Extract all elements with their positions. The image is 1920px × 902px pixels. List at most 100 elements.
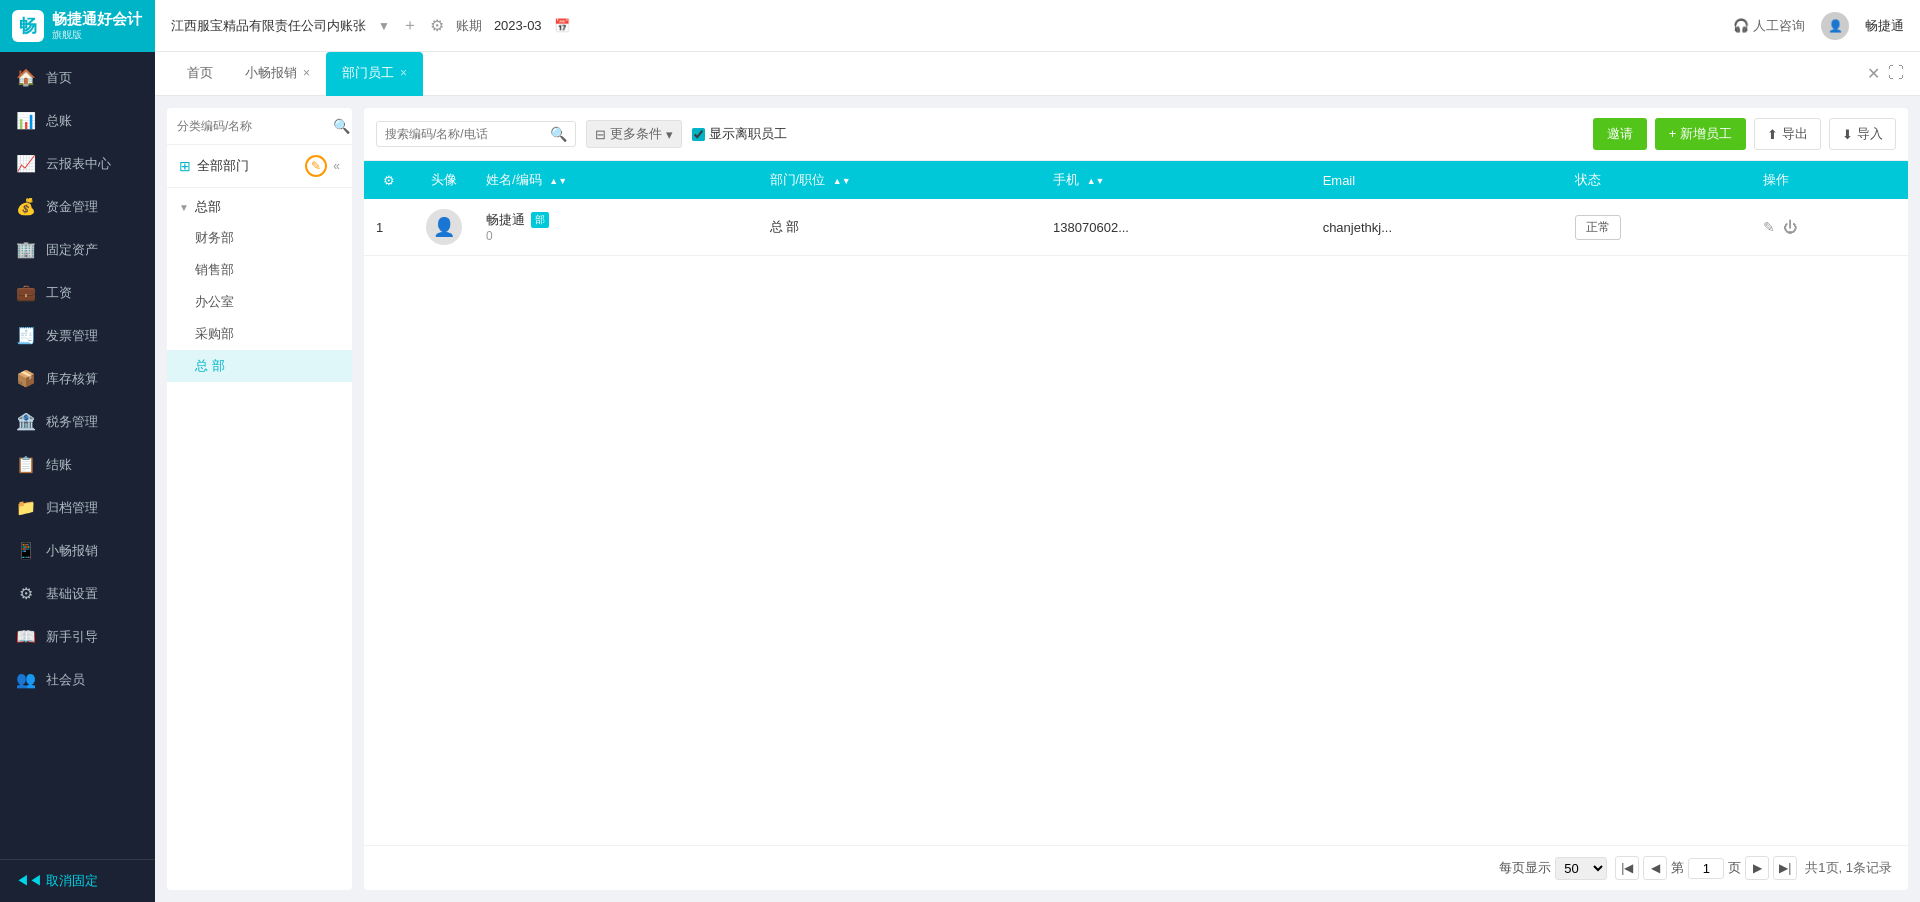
tab-close-action[interactable]: ✕ bbox=[1867, 64, 1880, 83]
unpin-label: ◀◀ 取消固定 bbox=[16, 872, 98, 890]
dept-search-icon[interactable]: 🔍 bbox=[333, 118, 350, 134]
sidebar-label-close: 结账 bbox=[46, 456, 72, 474]
tabs-bar: 首页 小畅报销 × 部门员工 × ✕ ⛶ bbox=[155, 52, 1920, 96]
sidebar-item-salary[interactable]: 💼 工资 bbox=[0, 271, 155, 314]
page-num-label: 第 bbox=[1671, 859, 1684, 877]
dept-group-head[interactable]: ▼ 总部 bbox=[167, 192, 352, 222]
period-value: 2023-03 bbox=[494, 18, 542, 33]
row-status: 正常 bbox=[1563, 199, 1752, 256]
group-expand-icon: ▼ bbox=[179, 202, 189, 213]
dept-grid-icon: ⊞ bbox=[179, 158, 191, 174]
sidebar-item-close[interactable]: 📋 结账 bbox=[0, 443, 155, 486]
dept-sort-icon: ▲▼ bbox=[833, 177, 851, 186]
dept-item-finance[interactable]: 财务部 bbox=[167, 222, 352, 254]
col-settings[interactable]: ⚙ bbox=[364, 161, 414, 199]
sidebar-item-archive[interactable]: 📁 归档管理 bbox=[0, 486, 155, 529]
tab-home-label: 首页 bbox=[187, 64, 213, 82]
page-last-button[interactable]: ▶| bbox=[1773, 856, 1797, 880]
more-filter-chevron: ▾ bbox=[666, 127, 673, 142]
invite-button[interactable]: 邀请 bbox=[1593, 118, 1647, 150]
add-employee-button[interactable]: + 新增员工 bbox=[1655, 118, 1746, 150]
tab-expense-label: 小畅报销 bbox=[245, 64, 297, 82]
tab-employees-close[interactable]: × bbox=[400, 66, 407, 80]
table-header-row: ⚙ 头像 姓名/编码 ▲▼ 部门/职位 ▲▼ 手机 bbox=[364, 161, 1908, 199]
sidebar-item-tax[interactable]: 🏦 税务管理 bbox=[0, 400, 155, 443]
service-button[interactable]: 🎧 人工咨询 bbox=[1733, 17, 1805, 35]
more-filter-button[interactable]: ⊟ 更多条件 ▾ bbox=[586, 120, 682, 148]
employee-search-icon[interactable]: 🔍 bbox=[550, 126, 567, 142]
company-name: 江西服宝精品有限责任公司内账张 bbox=[171, 17, 366, 35]
page-size-dropdown[interactable]: 10 20 50 100 bbox=[1555, 857, 1607, 880]
topbar-right: 🎧 人工咨询 👤 畅捷通 bbox=[1733, 12, 1904, 40]
sidebar-item-assets[interactable]: 🏢 固定资产 bbox=[0, 228, 155, 271]
col-status: 状态 bbox=[1563, 161, 1752, 199]
sidebar-item-expense[interactable]: 📱 小畅报销 bbox=[0, 529, 155, 572]
page-prev-button[interactable]: ◀ bbox=[1643, 856, 1667, 880]
sidebar: 畅 畅捷通好会计 旗舰版 🏠 首页 📊 总账 📈 云报表中心 💰 资金管理 🏢 … bbox=[0, 0, 155, 902]
page-label: 页 bbox=[1728, 859, 1741, 877]
sidebar-unpin[interactable]: ◀◀ 取消固定 bbox=[0, 859, 155, 902]
sidebar-label-home: 首页 bbox=[46, 69, 72, 87]
add-company-icon[interactable]: ＋ bbox=[402, 15, 418, 36]
show-resigned-checkbox[interactable] bbox=[692, 128, 705, 141]
sidebar-label-invoice: 发票管理 bbox=[46, 327, 98, 345]
sidebar-item-reports[interactable]: 📈 云报表中心 bbox=[0, 142, 155, 185]
company-dropdown-icon[interactable]: ▼ bbox=[378, 19, 390, 33]
home-icon: 🏠 bbox=[16, 68, 36, 87]
col-dept[interactable]: 部门/职位 ▲▼ bbox=[758, 161, 1042, 199]
dept-item-office[interactable]: 办公室 bbox=[167, 286, 352, 318]
main-area: 江西服宝精品有限责任公司内账张 ▼ ＋ ⚙ 账期 2023-03 📅 🎧 人工咨… bbox=[155, 0, 1920, 902]
sidebar-label-funds: 资金管理 bbox=[46, 198, 98, 216]
sidebar-item-community[interactable]: 👥 社会员 bbox=[0, 658, 155, 701]
employee-search-input[interactable] bbox=[385, 127, 544, 141]
employee-avatar: 👤 bbox=[426, 209, 462, 245]
logout-icon[interactable]: ⏻ bbox=[1783, 219, 1797, 235]
show-resigned-wrap[interactable]: 显示离职员工 bbox=[692, 125, 787, 143]
import-button[interactable]: ⬇ 导入 bbox=[1829, 118, 1896, 150]
calendar-icon[interactable]: 📅 bbox=[554, 18, 570, 33]
avatar: 👤 bbox=[1821, 12, 1849, 40]
tab-expense-close[interactable]: × bbox=[303, 66, 310, 80]
sidebar-item-guide[interactable]: 📖 新手引导 bbox=[0, 615, 155, 658]
dept-search-input[interactable] bbox=[177, 119, 327, 133]
logo-text-wrap: 畅捷通好会计 旗舰版 bbox=[52, 10, 142, 42]
dept-item-general[interactable]: 总 部 bbox=[167, 350, 352, 382]
row-actions: ✎ ⏻ bbox=[1751, 199, 1908, 256]
page-input[interactable] bbox=[1688, 858, 1724, 879]
page-first-button[interactable]: |◀ bbox=[1615, 856, 1639, 880]
add-employee-label: + 新增员工 bbox=[1669, 125, 1732, 143]
sidebar-label-assets: 固定资产 bbox=[46, 241, 98, 259]
sidebar-label-guide: 新手引导 bbox=[46, 628, 98, 646]
employee-table-wrap: ⚙ 头像 姓名/编码 ▲▼ 部门/职位 ▲▼ 手机 bbox=[364, 161, 1908, 845]
dept-search-bar: 🔍 bbox=[167, 108, 352, 145]
sidebar-item-settings[interactable]: ⚙ 基础设置 bbox=[0, 572, 155, 615]
export-button[interactable]: ⬆ 导出 bbox=[1754, 118, 1821, 150]
col-phone[interactable]: 手机 ▲▼ bbox=[1041, 161, 1311, 199]
page-next-button[interactable]: ▶ bbox=[1745, 856, 1769, 880]
funds-icon: 💰 bbox=[16, 197, 36, 216]
sidebar-item-inventory[interactable]: 📦 库存核算 bbox=[0, 357, 155, 400]
dept-collapse-icon[interactable]: « bbox=[333, 159, 340, 173]
table-row: 1 👤 畅捷通 部 0 总 部 bbox=[364, 199, 1908, 256]
tab-expense[interactable]: 小畅报销 × bbox=[229, 52, 326, 96]
tab-expand-action[interactable]: ⛶ bbox=[1888, 64, 1904, 83]
dept-item-sales[interactable]: 销售部 bbox=[167, 254, 352, 286]
group-label: 总部 bbox=[195, 198, 221, 216]
inventory-icon: 📦 bbox=[16, 369, 36, 388]
name-sort-icon: ▲▼ bbox=[549, 177, 567, 186]
col-name[interactable]: 姓名/编码 ▲▼ bbox=[474, 161, 758, 199]
sidebar-item-funds[interactable]: 💰 资金管理 bbox=[0, 185, 155, 228]
employee-table: ⚙ 头像 姓名/编码 ▲▼ 部门/职位 ▲▼ 手机 bbox=[364, 161, 1908, 256]
import-icon: ⬇ bbox=[1842, 127, 1853, 142]
sidebar-item-home[interactable]: 🏠 首页 bbox=[0, 56, 155, 99]
edit-icon[interactable]: ✎ bbox=[1763, 219, 1775, 235]
app-edition: 旗舰版 bbox=[52, 28, 142, 42]
dept-edit-button[interactable]: ✎ bbox=[305, 155, 327, 177]
topbar-settings-icon[interactable]: ⚙ bbox=[430, 16, 444, 35]
sidebar-item-ledger[interactable]: 📊 总账 bbox=[0, 99, 155, 142]
sidebar-label-inventory: 库存核算 bbox=[46, 370, 98, 388]
sidebar-item-invoice[interactable]: 🧾 发票管理 bbox=[0, 314, 155, 357]
dept-item-purchase[interactable]: 采购部 bbox=[167, 318, 352, 350]
tab-employees[interactable]: 部门员工 × bbox=[326, 52, 423, 96]
tab-home[interactable]: 首页 bbox=[171, 52, 229, 96]
